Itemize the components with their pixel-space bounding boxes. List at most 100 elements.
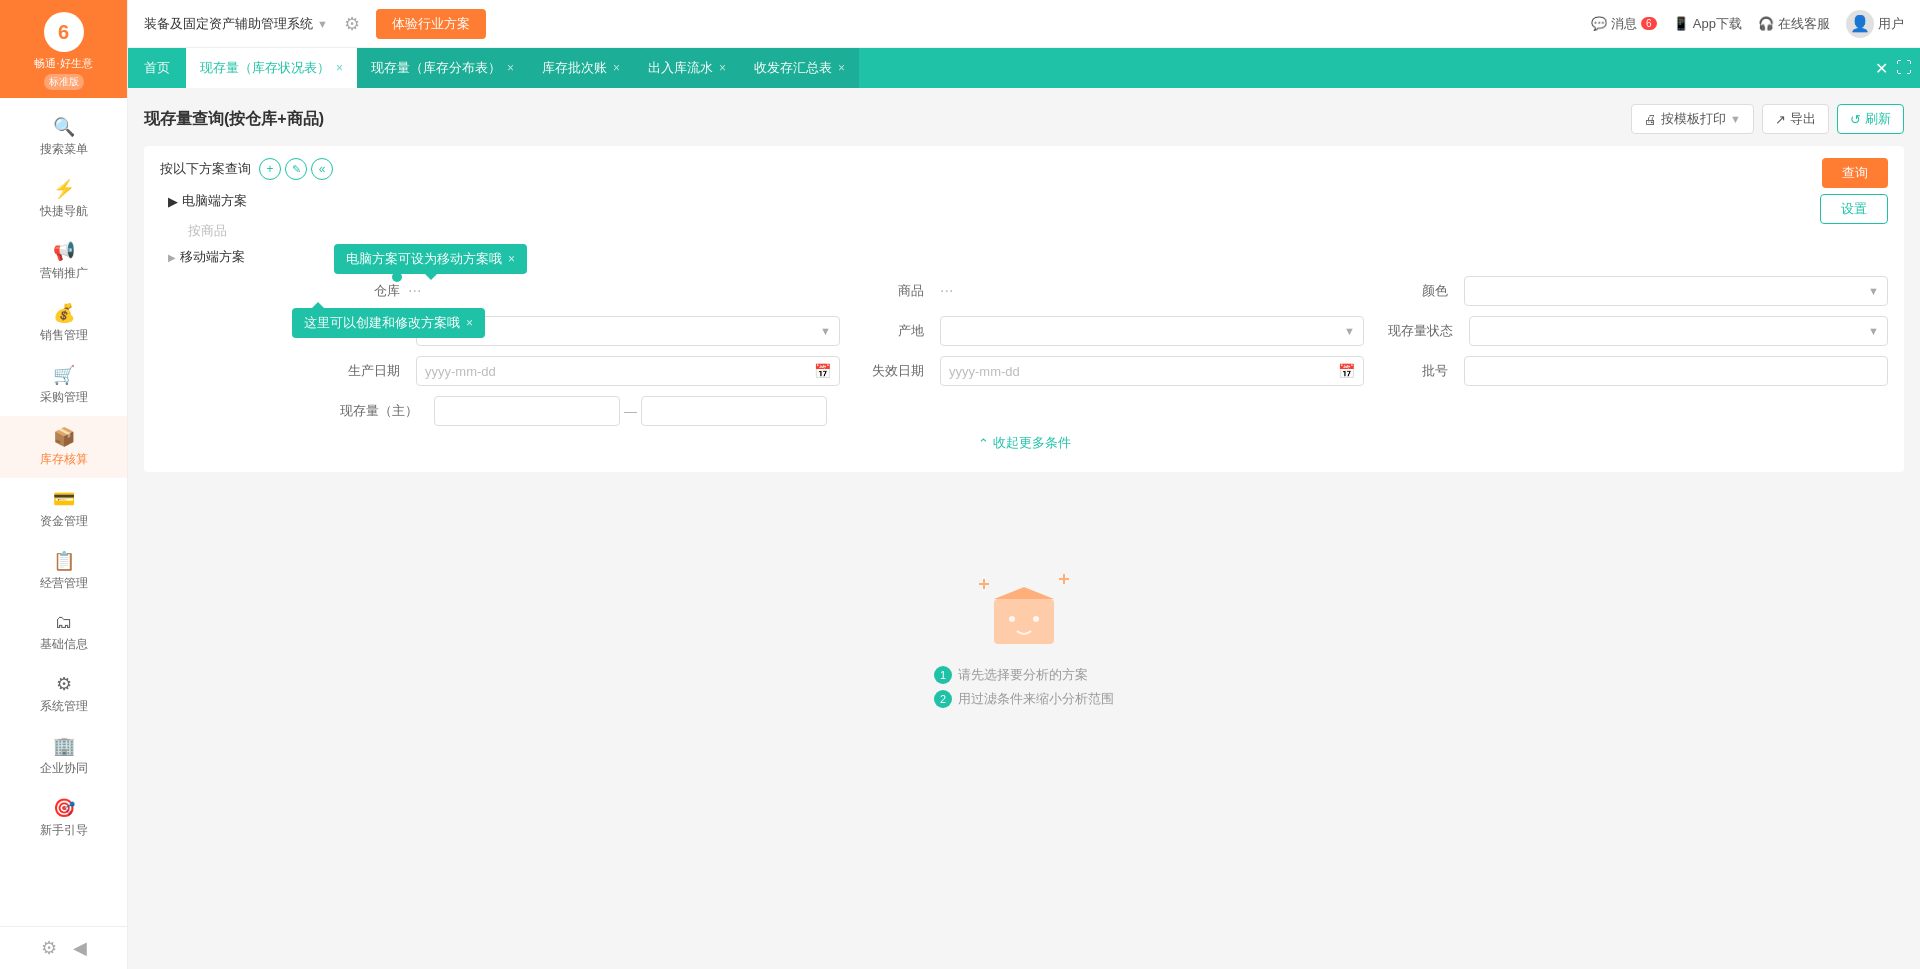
prod-date-placeholder: yyyy-mm-dd xyxy=(425,364,496,379)
sidebar-item-search[interactable]: 🔍 搜索菜单 xyxy=(0,106,127,168)
mobile-scheme-item[interactable]: ▶ 移动端方案 xyxy=(160,246,253,268)
tab-inventory-status[interactable]: 现存量（库存状况表） × xyxy=(186,48,357,88)
sidebar-item-basic[interactable]: 🗂 基础信息 xyxy=(0,602,127,663)
tab-delivery-summary-close[interactable]: × xyxy=(838,61,845,75)
sidebar: 6 畅通·好生意 标准版 🔍 搜索菜单 ⚡ 快捷导航 📢 营销推广 💰 销售管理… xyxy=(0,0,128,969)
brand-name: 畅通·好生意 xyxy=(34,56,92,70)
page-title: 现存量查询(按仓库+商品) xyxy=(144,109,324,130)
goods-label: 商品 xyxy=(864,282,924,300)
tab-fullscreen-icon[interactable]: ⛶ xyxy=(1896,59,1912,77)
reset-button[interactable]: 设置 xyxy=(1820,194,1888,224)
system-selector[interactable]: 装备及固定资产辅助管理系统 ▼ xyxy=(144,15,328,33)
origin-select[interactable]: ▼ xyxy=(940,316,1364,346)
marketing-icon: 📢 xyxy=(53,240,75,262)
sidebar-item-marketing[interactable]: 📢 营销推广 xyxy=(0,230,127,292)
sub-scheme-list: 按商品 xyxy=(160,220,1888,242)
online-support-button[interactable]: 🎧 在线客服 xyxy=(1758,15,1830,33)
collapse-label: 收起更多条件 xyxy=(993,434,1071,452)
edit-scheme-button[interactable]: ✎ xyxy=(285,158,307,180)
filter-goods: 商品 ··· xyxy=(864,276,1364,306)
tab-batch-account-close[interactable]: × xyxy=(613,61,620,75)
hint-text-1: 请先选择要分析的方案 xyxy=(958,666,1088,684)
tooltip-2-close[interactable]: × xyxy=(466,316,473,330)
finance-icon: 💳 xyxy=(53,488,75,510)
sidebar-item-operations[interactable]: 📋 经营管理 xyxy=(0,540,127,602)
sub-scheme-goods[interactable]: 按商品 xyxy=(180,220,1888,242)
tab-inventory-dist[interactable]: 现存量（库存分布表） × xyxy=(357,48,528,88)
topbar-settings-icon[interactable]: ⚙ xyxy=(344,13,360,35)
stock-main-label: 现存量（主） xyxy=(340,402,418,420)
industry-solution-button[interactable]: 体验行业方案 xyxy=(376,9,486,39)
stock-main-from[interactable] xyxy=(434,396,620,426)
tab-inventory-dist-label: 现存量（库存分布表） xyxy=(371,59,501,77)
app-download-label: App下载 xyxy=(1693,15,1742,33)
tab-delivery-summary[interactable]: 收发存汇总表 × xyxy=(740,48,859,88)
user-menu-button[interactable]: 👤 用户 xyxy=(1846,10,1904,38)
tab-home[interactable]: 首页 xyxy=(128,48,186,88)
sidebar-item-guide[interactable]: 🎯 新手引导 xyxy=(0,787,127,849)
topbar: 装备及固定资产辅助管理系统 ▼ ⚙ 体验行业方案 💬 消息 6 📱 App下载 … xyxy=(128,0,1920,48)
mobile-arrow-icon: ▶ xyxy=(168,252,176,263)
tab-inventory-status-close[interactable]: × xyxy=(336,61,343,75)
back-button[interactable]: « xyxy=(311,158,333,180)
sidebar-item-sales[interactable]: 💰 销售管理 xyxy=(0,292,127,354)
add-scheme-button[interactable]: + xyxy=(259,158,281,180)
stock-status-label: 现存量状态 xyxy=(1388,322,1453,340)
guide-icon: 🎯 xyxy=(53,797,75,819)
sidebar-logo: 6 畅通·好生意 标准版 xyxy=(0,0,127,98)
empty-state: 1 请先选择要分析的方案 2 用过滤条件来缩小分析范围 xyxy=(144,484,1904,788)
color-select[interactable]: ▼ xyxy=(1464,276,1888,306)
origin-label: 产地 xyxy=(864,322,924,340)
export-button[interactable]: ↗ 导出 xyxy=(1762,104,1829,134)
filter-row-2: 尺码 ▼ 产地 ▼ 现存量状态 xyxy=(340,316,1888,346)
scheme-arrow-icon: ▶ xyxy=(168,194,178,209)
tooltip-1-close[interactable]: × xyxy=(508,252,515,266)
filter-origin: 产地 ▼ xyxy=(864,316,1364,346)
desktop-scheme-label: 电脑端方案 xyxy=(182,192,247,210)
refresh-label: 刷新 xyxy=(1865,110,1891,128)
sidebar-item-label: 采购管理 xyxy=(40,389,88,406)
range-separator: — xyxy=(624,404,637,419)
tabbar: 首页 现存量（库存状况表） × 现存量（库存分布表） × 库存批次账 × 出入库… xyxy=(128,48,1920,88)
batch-no-input[interactable] xyxy=(1464,356,1888,386)
tooltip-text-1: 电脑方案可设为移动方案哦 xyxy=(346,250,502,268)
tab-inout-flow-close[interactable]: × xyxy=(719,61,726,75)
refresh-button[interactable]: ↺ 刷新 xyxy=(1837,104,1904,134)
sidebar-item-enterprise[interactable]: 🏢 企业协同 xyxy=(0,725,127,787)
filter-header-buttons: + ✎ « xyxy=(259,158,333,180)
topbar-right: 💬 消息 6 📱 App下载 🎧 在线客服 👤 用户 xyxy=(1591,10,1904,38)
sidebar-item-label: 基础信息 xyxy=(40,636,88,653)
tab-inout-flow[interactable]: 出入库流水 × xyxy=(634,48,740,88)
guide-dot-1 xyxy=(392,272,402,282)
messages-icon: 💬 xyxy=(1591,16,1607,31)
tab-close-all-icon[interactable]: ✕ xyxy=(1875,59,1888,78)
sidebar-item-inventory[interactable]: 📦 库存核算 xyxy=(0,416,127,478)
tab-batch-account[interactable]: 库存批次账 × xyxy=(528,48,634,88)
template-print-button[interactable]: 🖨 按模板打印 ▼ xyxy=(1631,104,1754,134)
svg-point-3 xyxy=(1033,616,1039,622)
settings-icon[interactable]: ⚙ xyxy=(41,937,57,959)
print-icon: 🖨 xyxy=(1644,112,1657,127)
collapse-row[interactable]: ⌃ 收起更多条件 xyxy=(160,426,1888,460)
system-name: 装备及固定资产辅助管理系统 xyxy=(144,15,313,33)
app-download-button[interactable]: 📱 App下载 xyxy=(1673,15,1742,33)
search-button[interactable]: 查询 xyxy=(1822,158,1888,188)
stock-main-to[interactable] xyxy=(641,396,827,426)
desktop-scheme-item[interactable]: ▶ 电脑端方案 xyxy=(160,190,255,212)
collapse-sidebar-icon[interactable]: ◀ xyxy=(73,937,87,959)
tab-delivery-summary-label: 收发存汇总表 xyxy=(754,59,832,77)
prod-date-input[interactable]: yyyy-mm-dd 📅 xyxy=(416,356,840,386)
warehouse-dots[interactable]: ··· xyxy=(408,282,421,300)
sidebar-item-system[interactable]: ⚙ 系统管理 xyxy=(0,663,127,725)
expiry-date-input[interactable]: yyyy-mm-dd 📅 xyxy=(940,356,1364,386)
empty-illustration xyxy=(974,564,1074,654)
tab-inventory-dist-close[interactable]: × xyxy=(507,61,514,75)
sidebar-item-finance[interactable]: 💳 资金管理 xyxy=(0,478,127,540)
messages-button[interactable]: 💬 消息 6 xyxy=(1591,15,1657,33)
sidebar-item-quick-nav[interactable]: ⚡ 快捷导航 xyxy=(0,168,127,230)
sidebar-nav: 🔍 搜索菜单 ⚡ 快捷导航 📢 营销推广 💰 销售管理 🛒 采购管理 📦 库存核… xyxy=(0,98,127,926)
sidebar-item-purchase[interactable]: 🛒 采购管理 xyxy=(0,354,127,416)
stock-status-select[interactable]: ▼ xyxy=(1469,316,1888,346)
empty-hints: 1 请先选择要分析的方案 2 用过滤条件来缩小分析范围 xyxy=(934,666,1114,708)
goods-dots[interactable]: ··· xyxy=(940,282,953,300)
